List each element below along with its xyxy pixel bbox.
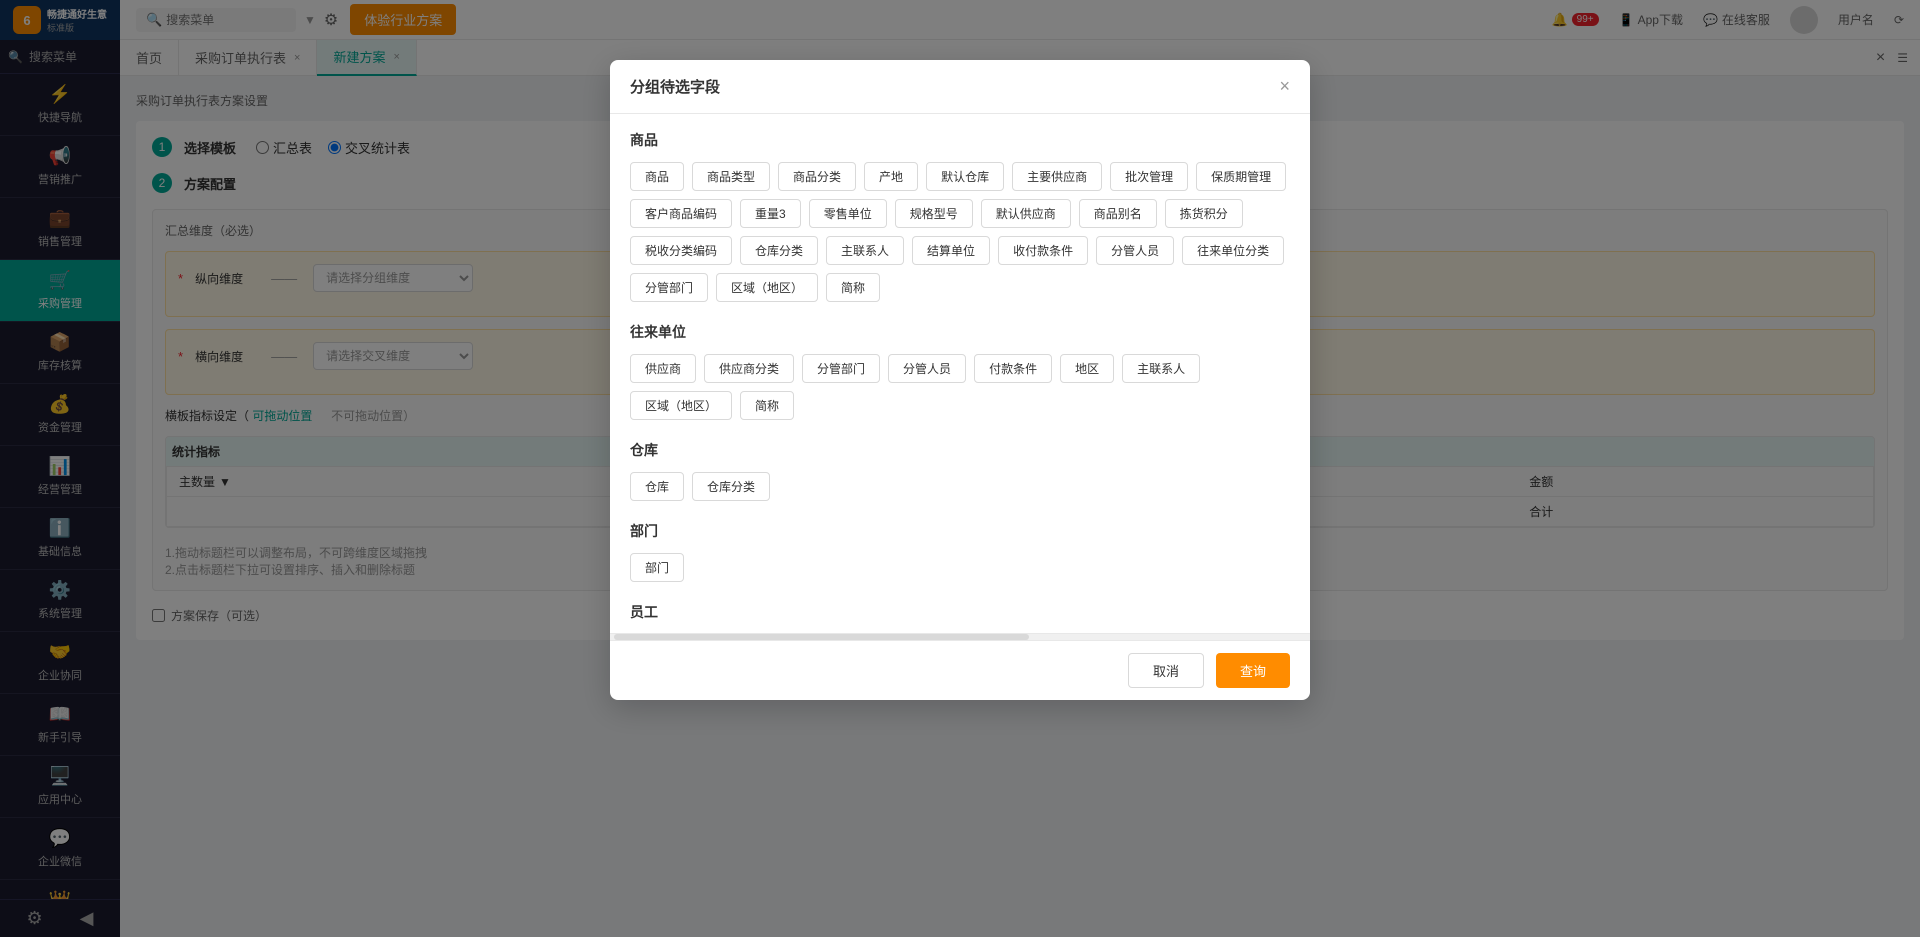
field-tag-0-23[interactable]: 区域（地区）: [716, 273, 818, 302]
field-tags-2: 仓库仓库分类: [630, 472, 1290, 501]
field-tag-0-20[interactable]: 分管人员: [1096, 236, 1174, 265]
field-tag-0-4[interactable]: 默认仓库: [926, 162, 1004, 191]
field-section-3: 部门部门: [630, 521, 1290, 582]
field-tag-0-11[interactable]: 规格型号: [895, 199, 973, 228]
section-title-0: 商品: [630, 130, 1290, 150]
field-tag-0-2[interactable]: 商品分类: [778, 162, 856, 191]
cancel-button[interactable]: 取消: [1128, 653, 1204, 688]
field-tag-1-3[interactable]: 分管人员: [888, 354, 966, 383]
field-tag-0-10[interactable]: 零售单位: [809, 199, 887, 228]
field-tag-2-1[interactable]: 仓库分类: [692, 472, 770, 501]
field-tag-0-19[interactable]: 收付款条件: [998, 236, 1088, 265]
section-title-2: 仓库: [630, 440, 1290, 460]
modal-footer: 取消 查询: [610, 640, 1310, 700]
field-section-4: 员工业务员: [630, 602, 1290, 633]
modal-hscroll[interactable]: [610, 633, 1310, 640]
field-tag-0-9[interactable]: 重量3: [740, 199, 801, 228]
field-section-0: 商品商品商品类型商品分类产地默认仓库主要供应商批次管理保质期管理客户商品编码重量…: [630, 130, 1290, 302]
field-tag-0-7[interactable]: 保质期管理: [1196, 162, 1286, 191]
field-tag-0-18[interactable]: 结算单位: [912, 236, 990, 265]
field-tag-0-1[interactable]: 商品类型: [692, 162, 770, 191]
field-tag-0-15[interactable]: 税收分类编码: [630, 236, 732, 265]
field-tag-0-14[interactable]: 拣货积分: [1165, 199, 1243, 228]
modal-overlay: 分组待选字段 × 商品商品商品类型商品分类产地默认仓库主要供应商批次管理保质期管…: [0, 0, 1920, 937]
field-tag-0-8[interactable]: 客户商品编码: [630, 199, 732, 228]
field-tag-0-21[interactable]: 往来单位分类: [1182, 236, 1284, 265]
field-tag-0-24[interactable]: 简称: [826, 273, 880, 302]
field-tag-0-13[interactable]: 商品别名: [1079, 199, 1157, 228]
confirm-button[interactable]: 查询: [1216, 653, 1290, 688]
field-tag-0-16[interactable]: 仓库分类: [740, 236, 818, 265]
section-title-3: 部门: [630, 521, 1290, 541]
field-tags-0: 商品商品类型商品分类产地默认仓库主要供应商批次管理保质期管理客户商品编码重量3 零…: [630, 162, 1290, 302]
field-tag-1-2[interactable]: 分管部门: [802, 354, 880, 383]
field-tag-0-22[interactable]: 分管部门: [630, 273, 708, 302]
field-tags-3: 部门: [630, 553, 1290, 582]
field-section-1: 往来单位供应商供应商分类分管部门分管人员付款条件地区主联系人区域（地区） 简称: [630, 322, 1290, 420]
field-tag-1-8[interactable]: 简称: [740, 391, 794, 420]
modal-body: 商品商品商品类型商品分类产地默认仓库主要供应商批次管理保质期管理客户商品编码重量…: [610, 114, 1310, 633]
field-tag-2-0[interactable]: 仓库: [630, 472, 684, 501]
field-tag-3-0[interactable]: 部门: [630, 553, 684, 582]
field-tag-1-7[interactable]: 区域（地区）: [630, 391, 732, 420]
modal-header: 分组待选字段 ×: [610, 60, 1310, 114]
field-tag-1-1[interactable]: 供应商分类: [704, 354, 794, 383]
field-tag-1-4[interactable]: 付款条件: [974, 354, 1052, 383]
field-section-2: 仓库仓库仓库分类: [630, 440, 1290, 501]
field-tag-1-5[interactable]: 地区: [1060, 354, 1114, 383]
field-tag-0-3[interactable]: 产地: [864, 162, 918, 191]
modal-close-btn[interactable]: ×: [1279, 76, 1290, 97]
field-tag-1-6[interactable]: 主联系人: [1122, 354, 1200, 383]
field-tag-0-0[interactable]: 商品: [630, 162, 684, 191]
field-tag-0-17[interactable]: 主联系人: [826, 236, 904, 265]
field-tag-0-5[interactable]: 主要供应商: [1012, 162, 1102, 191]
modal-title: 分组待选字段: [630, 76, 720, 97]
field-tag-1-0[interactable]: 供应商: [630, 354, 696, 383]
field-tag-0-12[interactable]: 默认供应商: [981, 199, 1071, 228]
field-tags-1: 供应商供应商分类分管部门分管人员付款条件地区主联系人区域（地区） 简称: [630, 354, 1290, 420]
field-tag-0-6[interactable]: 批次管理: [1110, 162, 1188, 191]
section-title-1: 往来单位: [630, 322, 1290, 342]
section-title-4: 员工: [630, 602, 1290, 622]
field-select-modal: 分组待选字段 × 商品商品商品类型商品分类产地默认仓库主要供应商批次管理保质期管…: [610, 60, 1310, 700]
